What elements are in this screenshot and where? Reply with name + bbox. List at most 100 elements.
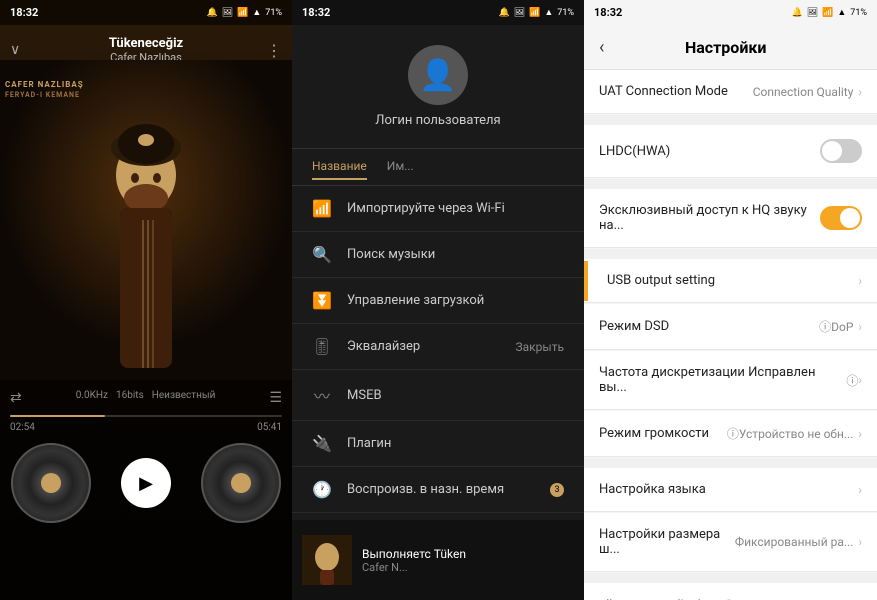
wifi-icon-p1: 📶 — [237, 8, 248, 18]
mseb-menu-icon: 〰 — [312, 383, 332, 407]
dsd-value: DoP — [831, 320, 853, 334]
settings-sample-rate[interactable]: Частота дискретизации Исправлен вы... ⓘ … — [584, 351, 877, 410]
settings-dsd[interactable]: Режим DSD ⓘ DoP › — [584, 304, 877, 350]
battery-p3: 71% — [850, 8, 867, 18]
tab-name[interactable]: Название — [312, 154, 367, 180]
eq-menu-label: Эквалайзер — [347, 339, 501, 354]
settings-uat-connection[interactable]: UAT Connection Mode Connection Quality › — [584, 70, 877, 114]
eq-menu-icon: 🎚 — [312, 337, 332, 356]
search-menu-label: Поиск музыки — [347, 247, 564, 262]
settings-header: ‹ Настройки — [584, 25, 877, 70]
wifi-menu-icon: 📶 — [312, 199, 332, 218]
time-row: 02:54 05:41 — [10, 422, 282, 433]
freq-info: 0.0KHz — [76, 390, 108, 401]
status-icons-p3: 🔔 🖼 📶 ▲ 71% — [791, 7, 867, 18]
play-button[interactable]: ▶ — [121, 458, 171, 508]
tab-artist[interactable]: Им... — [387, 154, 414, 180]
recent-badge: 3 — [550, 483, 564, 497]
recent-menu-icon: 🕐 — [312, 480, 332, 499]
dsd-label-row: Режим DSD ⓘ — [599, 318, 831, 335]
lhdc-toggle[interactable] — [820, 139, 862, 163]
menu-item-download[interactable]: ⏬ Управление загрузкой — [292, 278, 584, 324]
status-time-p2: 18:32 — [302, 6, 330, 19]
settings-usb-output[interactable]: USB output setting › — [584, 259, 877, 303]
playback-controls: ⏮ ▶ ⏭ — [0, 438, 292, 528]
menu-item-search[interactable]: 🔍 Поиск музыки — [292, 232, 584, 278]
bottom-preview: Выполняетс Tüken Cafer N... — [292, 520, 584, 600]
volume-mode-arrow-icon: › — [858, 427, 862, 441]
tech-info: 0.0KHz 16bits Неизвестный — [22, 390, 270, 401]
sample-rate-info-icon[interactable]: ⓘ — [846, 372, 858, 389]
img-icon-p3: 🖼 — [807, 8, 818, 18]
dsd-arrow-icon: › — [858, 320, 862, 334]
shuffle-icon[interactable]: ⇄ — [10, 390, 22, 406]
img-icon-p2: 🖼 — [514, 8, 525, 18]
status-time-p3: 18:32 — [594, 6, 622, 19]
menu-item-eq[interactable]: 🎚 Эквалайзер Закрыть — [292, 324, 584, 370]
track-title: Tükeneceğiz — [109, 36, 183, 51]
portrait-svg — [0, 60, 292, 380]
music-player-panel: 18:32 🔔 🖼 📶 ▲ 71% ∨ Tükeneceğiz Cafer Na… — [0, 0, 292, 600]
settings-list: UAT Connection Mode Connection Quality ›… — [584, 70, 877, 600]
yellow-accent-bar — [584, 261, 588, 301]
download-menu-label: Управление загрузкой — [347, 293, 564, 308]
settings-font-size[interactable]: Настройки размера ш... Фиксированный ра.… — [584, 513, 877, 572]
menu-item-wifi[interactable]: 📶 Импортируйте через Wi-Fi — [292, 186, 584, 232]
status-bar-panel3: 18:32 🔔 🖼 📶 ▲ 71% — [584, 0, 877, 25]
lhdc-label: LHDC(HWA) — [599, 144, 820, 159]
menu-item-recent[interactable]: 🕐 Воспроизв. в назн. время 3 — [292, 467, 584, 513]
album-sub-label: FERYAD-I KEMANE — [5, 91, 84, 99]
avatar[interactable]: 👤 — [408, 45, 468, 105]
profile-section: 👤 Логин пользователя — [292, 25, 584, 149]
vinyl-disk — [11, 443, 91, 523]
profile-login-label[interactable]: Логин пользователя — [375, 113, 500, 128]
usb-arrow-icon: › — [858, 274, 862, 288]
time-elapsed: 02:54 — [10, 422, 35, 433]
chevron-down-icon[interactable]: ∨ — [10, 42, 20, 58]
signal-icon-p1: ▲ — [252, 7, 261, 18]
uat-value: Connection Quality — [753, 85, 854, 99]
font-size-value: Фиксированный ра... — [735, 535, 854, 549]
wifi-icon-p3: 📶 — [822, 8, 833, 18]
album-labels: CAFER NAZLIBAŞ FERYAD-I KEMANE — [5, 80, 84, 99]
menu-item-plugin[interactable]: 🔌 Плагин — [292, 421, 584, 467]
preview-track-artist: Cafer N... — [362, 561, 574, 574]
status-bar-panel2: 18:32 🔔 🖼 📶 ▲ 71% — [292, 0, 584, 25]
settings-gap-3 — [584, 249, 877, 259]
status-icons-p2: 🔔 🖼 📶 ▲ 71% — [498, 7, 574, 18]
battery-icon-p1: 71% — [265, 8, 282, 18]
settings-lhdc[interactable]: LHDC(HWA) — [584, 125, 877, 178]
more-options-icon[interactable]: ⋮ — [266, 41, 282, 60]
download-menu-icon: ⏬ — [312, 291, 332, 310]
notification-icon: 🔔 — [206, 8, 217, 18]
wifi-menu-label: Импортируйте через Wi-Fi — [347, 201, 564, 216]
settings-language[interactable]: Настройка языка › — [584, 468, 877, 512]
progress-fill — [10, 415, 105, 417]
dsd-info-icon[interactable]: ⓘ — [819, 318, 831, 335]
progress-bar[interactable] — [10, 415, 282, 417]
sample-rate-arrow-icon: › — [858, 373, 862, 387]
battery-p2: 71% — [557, 8, 574, 18]
settings-volume-mode[interactable]: Режим громкости ⓘ Устройство не обн... › — [584, 411, 877, 457]
settings-panel: 18:32 🔔 🖼 📶 ▲ 71% ‹ Настройки UAT Connec… — [584, 0, 877, 600]
settings-gap-2 — [584, 179, 877, 189]
language-arrow-icon: › — [858, 483, 862, 497]
user-icon: 👤 — [419, 58, 456, 93]
settings-album-cover[interactable]: album cover displa... ⓘ Cover cropping d… — [584, 583, 877, 600]
exclusive-toggle[interactable] — [820, 206, 862, 230]
back-icon[interactable]: ‹ — [599, 37, 604, 58]
volume-mode-info-icon[interactable]: ⓘ — [727, 425, 739, 442]
menu-item-mseb[interactable]: 〰 MSEB — [292, 370, 584, 421]
queue-icon[interactable]: ☰ — [269, 390, 282, 406]
plugin-menu-icon: 🔌 — [312, 434, 332, 453]
album-portrait — [0, 60, 292, 380]
exclusive-label: Эксклюзивный доступ к HQ звуку на... — [599, 203, 820, 233]
album-art — [0, 60, 292, 380]
settings-gap-4 — [584, 458, 877, 468]
settings-exclusive-hq[interactable]: Эксклюзивный доступ к HQ звуку на... — [584, 189, 877, 248]
band-label: CAFER NAZLIBAŞ — [5, 80, 84, 89]
status-time-p1: 18:32 — [10, 6, 38, 19]
font-size-arrow-icon: › — [858, 535, 862, 549]
time-total: 05:41 — [257, 422, 282, 433]
signal-icon-p2: ▲ — [544, 7, 553, 18]
